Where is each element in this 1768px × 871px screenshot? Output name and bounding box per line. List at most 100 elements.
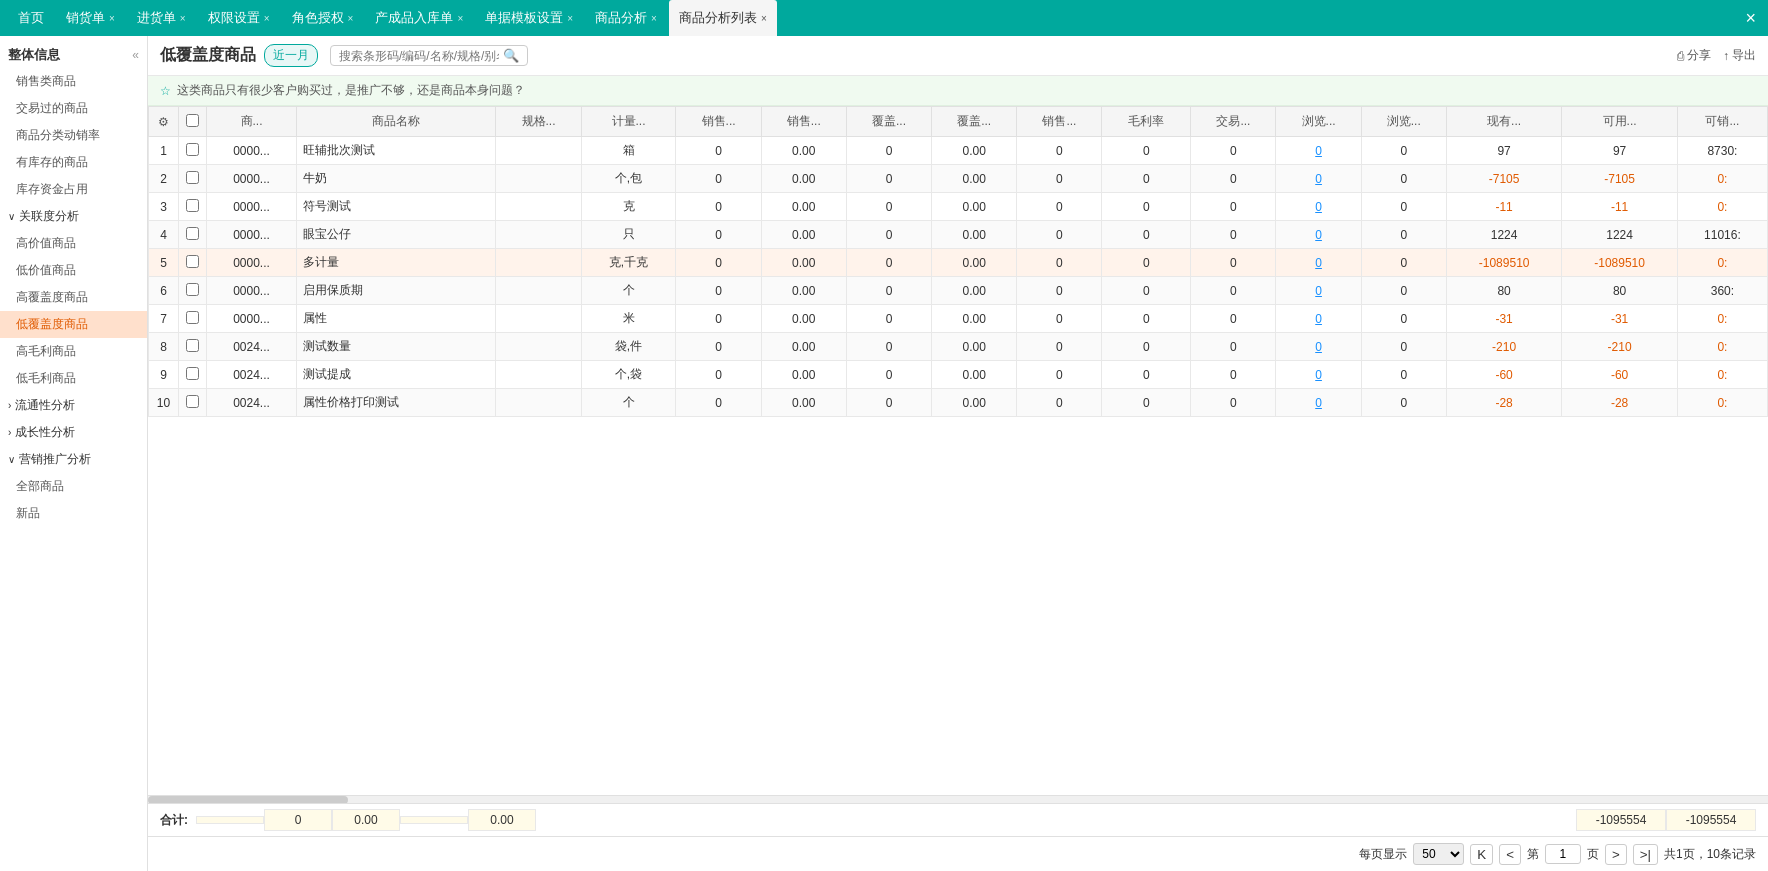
row-checkbox[interactable] (186, 199, 199, 212)
cell-checkbox[interactable] (179, 193, 207, 221)
nav-tab-product-analysis[interactable]: 商品分析 × (585, 0, 667, 36)
browse-link[interactable]: 0 (1315, 368, 1322, 382)
browse-link[interactable]: 0 (1315, 312, 1322, 326)
cell-browse1[interactable]: 0 (1276, 165, 1361, 193)
close-icon[interactable]: × (180, 13, 186, 24)
nav-tab-purchase[interactable]: 进货单 × (127, 0, 196, 36)
cell-current-stock: -31 (1446, 305, 1561, 333)
cell-browse1[interactable]: 0 (1276, 277, 1361, 305)
sidebar-item-in-stock[interactable]: 有库存的商品 (0, 149, 147, 176)
export-button[interactable]: ↑ 导出 (1723, 47, 1756, 64)
cell-code: 0000... (207, 305, 297, 333)
nav-tab-sales[interactable]: 销货单 × (56, 0, 125, 36)
nav-tab-production[interactable]: 产成品入库单 × (365, 0, 473, 36)
cell-available-stock: -31 (1562, 305, 1677, 333)
select-all-checkbox[interactable] (186, 114, 199, 127)
cell-checkbox[interactable] (179, 165, 207, 193)
close-icon[interactable]: × (457, 13, 463, 24)
column-current-stock: 现有... (1446, 107, 1561, 137)
next-page-button[interactable]: > (1605, 844, 1627, 865)
browse-link[interactable]: 0 (1315, 200, 1322, 214)
row-checkbox[interactable] (186, 367, 199, 380)
cell-current-stock: -210 (1446, 333, 1561, 361)
close-icon[interactable]: × (264, 13, 270, 24)
row-checkbox[interactable] (186, 227, 199, 240)
nav-tab-home[interactable]: 首页 (8, 0, 54, 36)
sidebar-item-high-coverage[interactable]: 高覆盖度商品 (0, 284, 147, 311)
row-checkbox[interactable] (186, 283, 199, 296)
close-all-button[interactable]: × (1741, 4, 1760, 33)
cell-checkbox[interactable] (179, 361, 207, 389)
nav-tab-roles[interactable]: 角色授权 × (282, 0, 364, 36)
cell-browse1[interactable]: 0 (1276, 389, 1361, 417)
sidebar-item-low-value[interactable]: 低价值商品 (0, 257, 147, 284)
close-icon[interactable]: × (651, 13, 657, 24)
sidebar-group-circulation[interactable]: › 流通性分析 (0, 392, 147, 419)
cell-checkbox[interactable] (179, 137, 207, 165)
sidebar-group-marketing[interactable]: ∨ 营销推广分析 (0, 446, 147, 473)
row-checkbox[interactable] (186, 171, 199, 184)
period-button[interactable]: 近一月 (264, 44, 318, 67)
row-checkbox[interactable] (186, 339, 199, 352)
sidebar-item-category-turnover[interactable]: 商品分类动销率 (0, 122, 147, 149)
cell-browse1[interactable]: 0 (1276, 333, 1361, 361)
horizontal-scrollbar[interactable] (148, 795, 1768, 803)
browse-link[interactable]: 0 (1315, 144, 1322, 158)
cell-browse1[interactable]: 0 (1276, 221, 1361, 249)
share-button[interactable]: ⎙ 分享 (1677, 47, 1711, 64)
sidebar-item-low-margin[interactable]: 低毛利商品 (0, 365, 147, 392)
nav-tab-product-analysis-list[interactable]: 商品分析列表 × (669, 0, 777, 36)
cell-checkbox[interactable] (179, 277, 207, 305)
column-settings[interactable]: ⚙ (149, 107, 179, 137)
sidebar-group-association[interactable]: ∨ 关联度分析 (0, 203, 147, 230)
cell-checkbox[interactable] (179, 333, 207, 361)
sidebar-item-all-goods[interactable]: 全部商品 (0, 473, 147, 500)
sidebar-item-high-value[interactable]: 高价值商品 (0, 230, 147, 257)
close-icon[interactable]: × (109, 13, 115, 24)
first-page-button[interactable]: K (1470, 844, 1493, 865)
row-checkbox[interactable] (186, 311, 199, 324)
cell-checkbox[interactable] (179, 305, 207, 333)
cell-browse1[interactable]: 0 (1276, 137, 1361, 165)
current-page-input[interactable] (1545, 844, 1581, 864)
search-input[interactable] (339, 49, 499, 63)
last-page-button[interactable]: >| (1633, 844, 1658, 865)
close-icon[interactable]: × (567, 13, 573, 24)
sidebar-group-growth[interactable]: › 成长性分析 (0, 419, 147, 446)
browse-link[interactable]: 0 (1315, 396, 1322, 410)
browse-link[interactable]: 0 (1315, 172, 1322, 186)
cell-browse1[interactable]: 0 (1276, 361, 1361, 389)
search-icon[interactable]: 🔍 (503, 48, 519, 63)
column-coverage2: 覆盖... (932, 107, 1017, 137)
sidebar-collapse-button[interactable]: « (132, 48, 139, 62)
row-checkbox[interactable] (186, 255, 199, 268)
sidebar-item-traded-goods[interactable]: 交易过的商品 (0, 95, 147, 122)
page-label: 第 (1527, 846, 1539, 863)
browse-link[interactable]: 0 (1315, 256, 1322, 270)
row-checkbox[interactable] (186, 395, 199, 408)
cell-browse1[interactable]: 0 (1276, 249, 1361, 277)
data-table-container[interactable]: ⚙ 商... 商品名称 规格... 计量... 销售... 销售... 覆盖..… (148, 106, 1768, 795)
cell-checkbox[interactable] (179, 389, 207, 417)
prev-page-button[interactable]: < (1499, 844, 1521, 865)
cell-browse1[interactable]: 0 (1276, 305, 1361, 333)
sidebar-item-capital-occupy[interactable]: 库存资金占用 (0, 176, 147, 203)
browse-link[interactable]: 0 (1315, 228, 1322, 242)
row-checkbox[interactable] (186, 143, 199, 156)
nav-tab-permissions[interactable]: 权限设置 × (198, 0, 280, 36)
cell-checkbox[interactable] (179, 249, 207, 277)
nav-tab-template[interactable]: 单据模板设置 × (475, 0, 583, 36)
browse-link[interactable]: 0 (1315, 340, 1322, 354)
page-size-select[interactable]: 50 20 100 (1413, 843, 1464, 865)
sidebar-item-low-coverage[interactable]: 低覆盖度商品 (0, 311, 147, 338)
close-icon[interactable]: × (761, 13, 767, 24)
close-icon[interactable]: × (348, 13, 354, 24)
cell-checkbox[interactable] (179, 221, 207, 249)
cell-browse1[interactable]: 0 (1276, 193, 1361, 221)
sidebar-item-sales-goods[interactable]: 销售类商品 (0, 68, 147, 95)
sidebar-item-new-goods[interactable]: 新品 (0, 500, 147, 527)
browse-link[interactable]: 0 (1315, 284, 1322, 298)
cell-sales-amount: 0.00 (761, 165, 846, 193)
sidebar-item-high-margin[interactable]: 高毛利商品 (0, 338, 147, 365)
cell-sales-amount: 0.00 (761, 193, 846, 221)
